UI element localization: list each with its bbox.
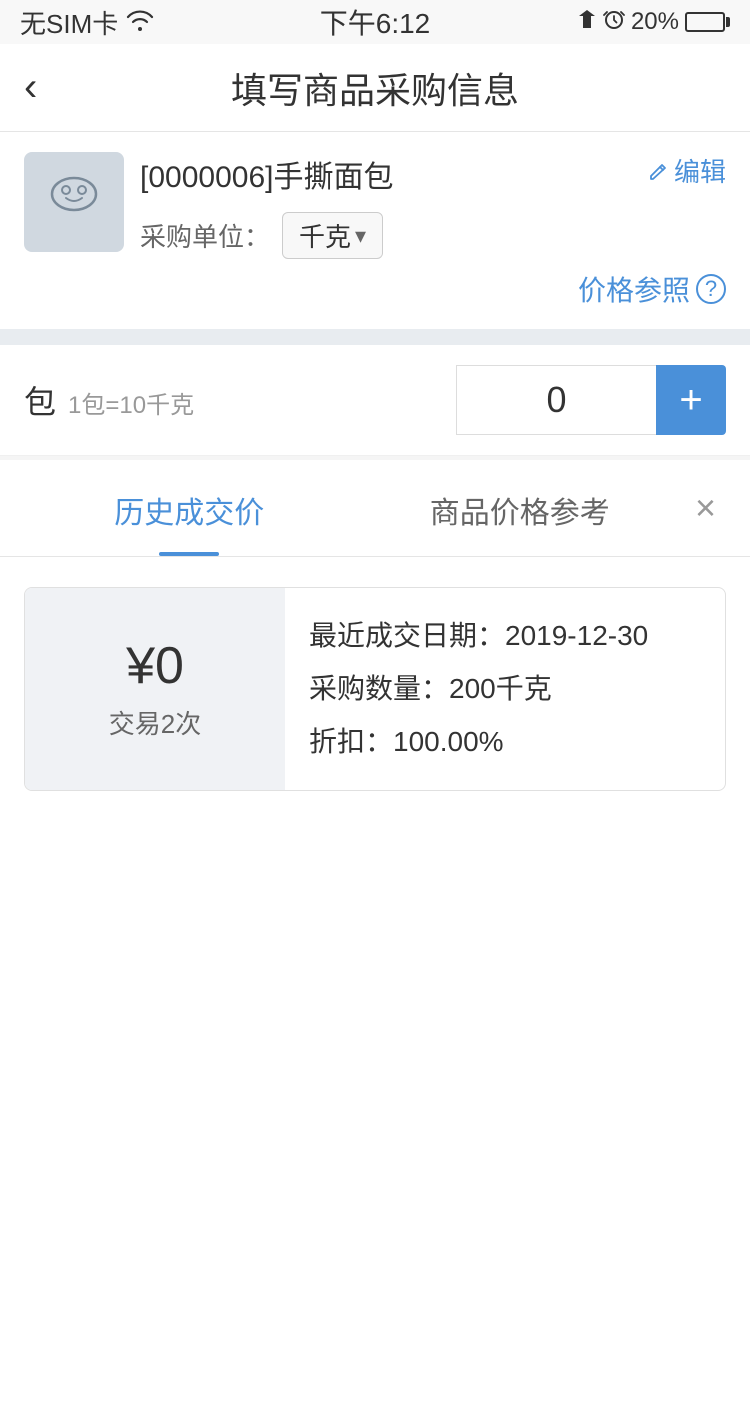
status-bar: 无SIM卡 下午6:12 20% bbox=[0, 0, 750, 44]
tabs-panel: 历史成交价 商品价格参考 × ¥0 交易2次 最近成交日期：2019-12-30… bbox=[0, 460, 750, 821]
purchase-quantity-label: 采购数量： bbox=[309, 673, 449, 704]
recent-date-row: 最近成交日期：2019-12-30 bbox=[309, 616, 701, 655]
tabs-close-button[interactable]: × bbox=[685, 467, 726, 549]
tab-product-price-ref[interactable]: 商品价格参考 bbox=[354, 460, 684, 556]
edit-button[interactable]: 编辑 bbox=[648, 152, 726, 189]
purchase-quantity-value: 200千克 bbox=[449, 673, 552, 704]
price-currency: ¥ bbox=[126, 637, 155, 695]
back-button[interactable]: ‹ bbox=[24, 65, 37, 110]
quantity-plus-button[interactable]: + bbox=[656, 365, 726, 435]
purchase-quantity-row: 采购数量：200千克 bbox=[309, 669, 701, 708]
quantity-input[interactable] bbox=[456, 365, 656, 435]
discount-row: 折扣：100.00% bbox=[309, 722, 701, 761]
price-transactions: 交易2次 bbox=[109, 704, 201, 741]
edit-label: 编辑 bbox=[674, 152, 726, 189]
conversion-label: 1包=10千克 bbox=[68, 385, 194, 420]
nav-bar: ‹ 填写商品采购信息 bbox=[0, 44, 750, 132]
product-info: [0000006]手撕面包 采购单位： 千克 ▾ bbox=[140, 152, 393, 259]
product-left: [0000006]手撕面包 采购单位： 千克 ▾ bbox=[24, 152, 393, 259]
status-time: 下午6:12 bbox=[320, 2, 431, 42]
unit-select-text: 千克 bbox=[299, 217, 351, 254]
wifi-icon bbox=[126, 7, 154, 38]
price-ref-label: 价格参照 bbox=[578, 269, 690, 309]
chevron-down-icon: ▾ bbox=[355, 223, 366, 249]
price-value: ¥0 bbox=[126, 636, 184, 696]
discount-value: 100.00% bbox=[393, 726, 504, 757]
product-image bbox=[24, 152, 124, 252]
page-title: 填写商品采购信息 bbox=[231, 62, 519, 114]
bottom-area bbox=[0, 821, 750, 1421]
discount-label: 折扣： bbox=[309, 726, 393, 757]
product-thumbnail-icon bbox=[44, 166, 104, 238]
product-unit-row: 采购单位： 千克 ▾ bbox=[140, 212, 393, 259]
price-amount: 0 bbox=[155, 637, 184, 695]
package-unit-label: 包 bbox=[24, 377, 56, 423]
status-left: 无SIM卡 bbox=[20, 4, 154, 41]
price-card: ¥0 交易2次 最近成交日期：2019-12-30 采购数量：200千克 折扣：… bbox=[24, 587, 726, 791]
unit-select[interactable]: 千克 ▾ bbox=[282, 212, 383, 259]
quantity-row: 包 1包=10千克 + bbox=[0, 345, 750, 456]
price-card-left: ¥0 交易2次 bbox=[25, 588, 285, 790]
quantity-input-group: + bbox=[456, 365, 726, 435]
quantity-left: 包 1包=10千克 bbox=[24, 377, 194, 423]
recent-date-label: 最近成交日期： bbox=[309, 620, 505, 651]
price-reference-button[interactable]: 价格参照 ? bbox=[578, 269, 726, 309]
product-header: [0000006]手撕面包 采购单位： 千克 ▾ 编辑 bbox=[24, 152, 726, 259]
status-right: 20% bbox=[577, 8, 730, 37]
carrier-text: 无SIM卡 bbox=[20, 4, 118, 41]
location-icon bbox=[577, 8, 597, 37]
unit-label: 采购单位： bbox=[140, 217, 270, 254]
battery-percent: 20% bbox=[631, 8, 679, 36]
product-name: [0000006]手撕面包 bbox=[140, 152, 393, 196]
history-content: ¥0 交易2次 最近成交日期：2019-12-30 采购数量：200千克 折扣：… bbox=[0, 557, 750, 821]
tabs-header: 历史成交价 商品价格参考 × bbox=[0, 460, 750, 557]
section-divider bbox=[0, 329, 750, 345]
tab-history-price[interactable]: 历史成交价 bbox=[24, 460, 354, 556]
alarm-icon bbox=[603, 8, 625, 37]
product-card: [0000006]手撕面包 采购单位： 千克 ▾ 编辑 价格参照 ? bbox=[0, 132, 750, 329]
recent-date-value: 2019-12-30 bbox=[505, 620, 648, 651]
price-card-right: 最近成交日期：2019-12-30 采购数量：200千克 折扣：100.00% bbox=[285, 588, 725, 790]
battery-icon bbox=[685, 12, 730, 32]
help-icon: ? bbox=[696, 274, 726, 304]
product-second-row: 价格参照 ? bbox=[24, 269, 726, 309]
